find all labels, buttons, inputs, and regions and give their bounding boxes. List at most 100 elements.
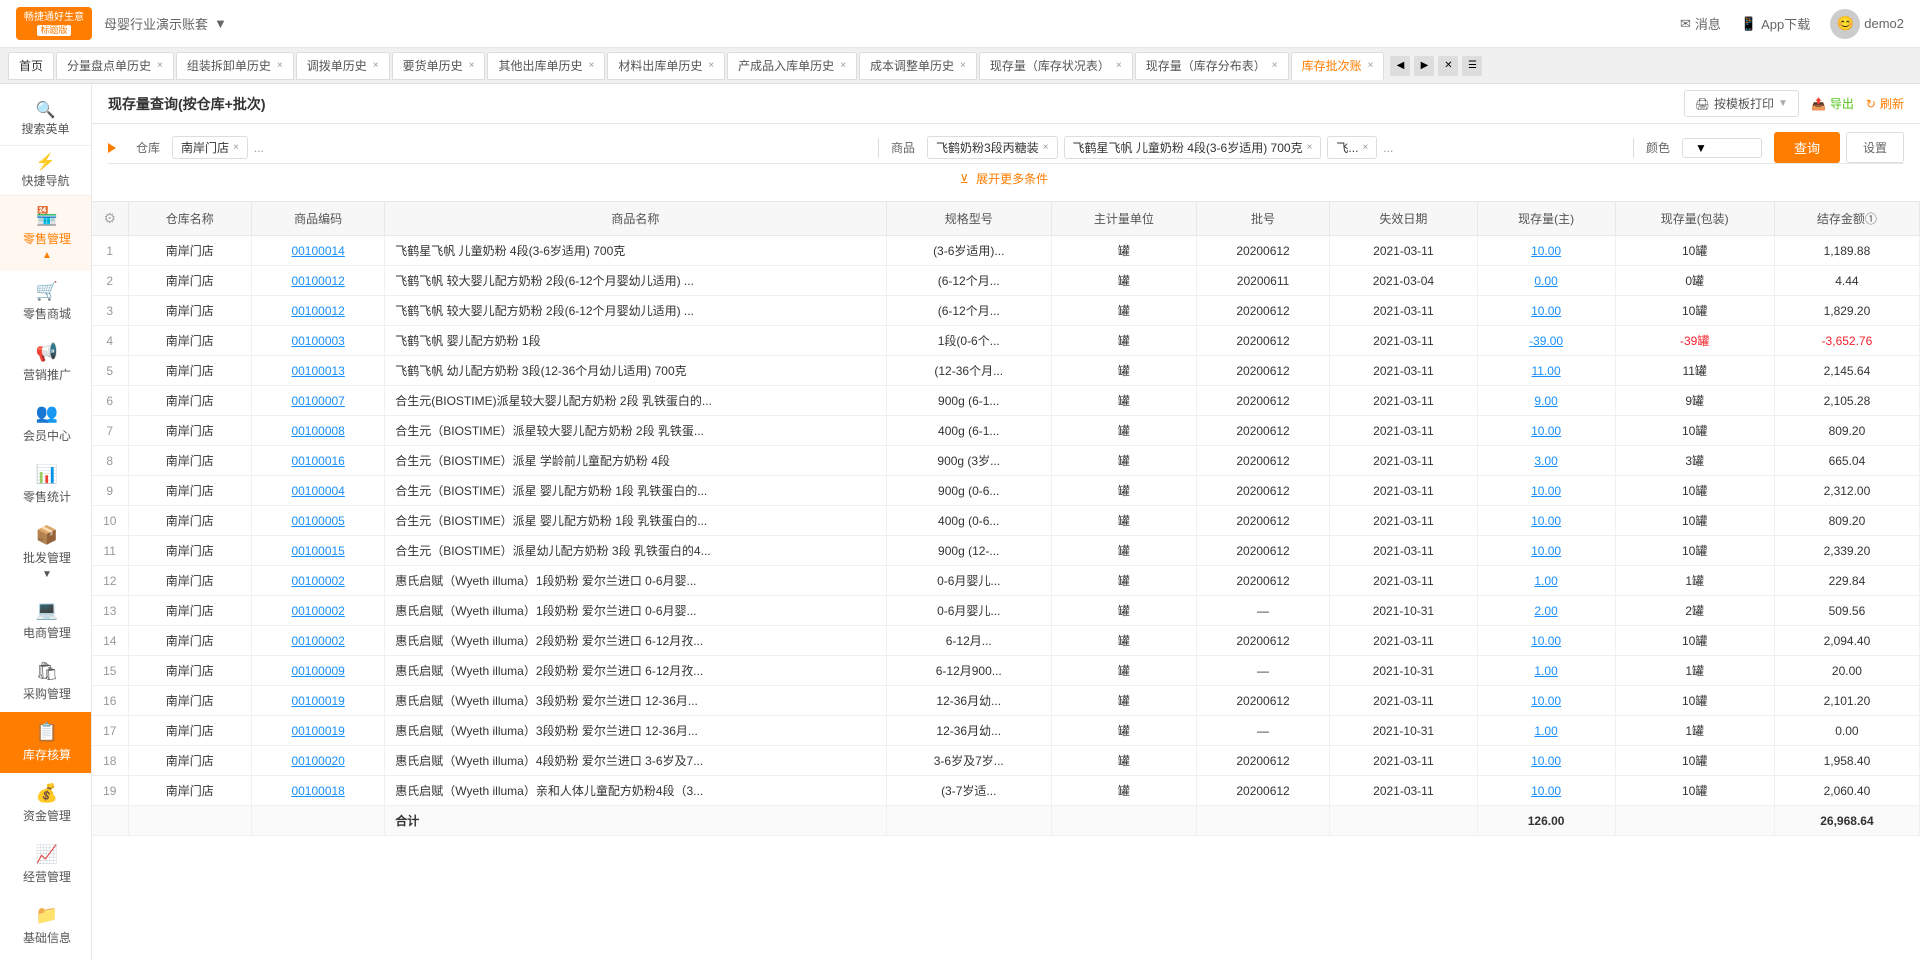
tab-close-cailiao[interactable]: × (708, 60, 714, 71)
setting-btn[interactable]: 设置 (1846, 132, 1904, 163)
cell-code[interactable]: 00100018 (252, 776, 385, 806)
tab-cailiao[interactable]: 材料出库单历史 × (607, 52, 725, 80)
tab-close-zuzhuang[interactable]: × (277, 60, 283, 71)
cell-code[interactable]: 00100002 (252, 566, 385, 596)
sidebar-item-member[interactable]: 👥 会员中心 (0, 393, 91, 454)
tab-xiancun1[interactable]: 现存量（库存状况表） × (979, 52, 1133, 80)
sidebar-item-ecommerce[interactable]: 💻 电商管理 (0, 590, 91, 651)
cell-qty-main[interactable]: 10.00 (1477, 686, 1615, 716)
cell-code[interactable]: 00100014 (252, 236, 385, 266)
product-tag-3[interactable]: 飞... × (1327, 136, 1377, 159)
cell-code[interactable]: 00100016 (252, 446, 385, 476)
cell-code[interactable]: 00100004 (252, 476, 385, 506)
product-tag-1-close[interactable]: × (1043, 142, 1049, 153)
cell-qty-main[interactable]: 1.00 (1477, 566, 1615, 596)
cell-code[interactable]: 00100002 (252, 626, 385, 656)
cell-code[interactable]: 00100005 (252, 506, 385, 536)
app-download-btn[interactable]: 📱 App下载 (1741, 14, 1810, 33)
cell-qty-main[interactable]: 2.00 (1477, 596, 1615, 626)
cell-code[interactable]: 00100008 (252, 416, 385, 446)
warehouse-tag-nanan[interactable]: 南岸门店 × (172, 136, 248, 159)
cell-qty-main[interactable]: 10.00 (1477, 536, 1615, 566)
tab-menu-btn[interactable]: ☰ (1462, 56, 1482, 76)
cell-qty-main[interactable]: 9.00 (1477, 386, 1615, 416)
tab-zuzhuang[interactable]: 组装拆卸单历史 × (176, 52, 294, 80)
cell-code[interactable]: 00100002 (252, 596, 385, 626)
sidebar-quicknav[interactable]: ⚡ 快捷导航 (0, 146, 91, 196)
messages-btn[interactable]: ✉ 消息 (1680, 14, 1721, 33)
sidebar-item-stats[interactable]: 📊 零售统计 (0, 454, 91, 515)
cell-qty-main[interactable]: 10.00 (1477, 476, 1615, 506)
export-btn[interactable]: 📤 导出 (1811, 95, 1854, 112)
warehouse-tag-close[interactable]: × (233, 142, 239, 153)
sidebar-item-purchase[interactable]: 🛍 采购管理 (0, 651, 91, 712)
tab-chengben[interactable]: 成本调整单历史 × (859, 52, 977, 80)
tab-close-diaob[interactable]: × (373, 60, 379, 71)
sidebar-item-finance[interactable]: 💰 资金管理 (0, 773, 91, 834)
sidebar-item-business[interactable]: 📈 经营管理 (0, 834, 91, 895)
tab-fenliang[interactable]: 分量盘点单历史 × (56, 52, 174, 80)
product-tag-2-close[interactable]: × (1307, 142, 1313, 153)
product-tag-1[interactable]: 飞鹤奶粉3段丙糖装 × (927, 136, 1058, 159)
cell-qty-main[interactable]: 11.00 (1477, 356, 1615, 386)
cell-qty-main[interactable]: 1.00 (1477, 716, 1615, 746)
tab-close-xiancun2[interactable]: × (1272, 60, 1278, 71)
cell-qty-main[interactable]: 10.00 (1477, 296, 1615, 326)
tab-qitachu[interactable]: 其他出库单历史 × (487, 52, 605, 80)
warehouse-more-btn[interactable]: ... (254, 141, 264, 155)
sidebar-item-wholesale[interactable]: 📦 批发管理 ▼ (0, 515, 91, 590)
cell-qty-main[interactable]: 1.00 (1477, 656, 1615, 686)
cell-qty-main[interactable]: 3.00 (1477, 446, 1615, 476)
tab-chengpin[interactable]: 产成品入库单历史 × (727, 52, 857, 80)
tab-close-qitachu[interactable]: × (588, 60, 594, 71)
system-selector[interactable]: 母婴行业演示账套 ▼ (104, 14, 227, 33)
cell-code[interactable]: 00100019 (252, 686, 385, 716)
sidebar-search[interactable]: 🔍 搜索英单 (0, 92, 91, 146)
tab-home[interactable]: 首页 (8, 52, 54, 80)
cell-code[interactable]: 00100015 (252, 536, 385, 566)
th-settings[interactable]: ⚙ (92, 202, 128, 236)
tab-close-fenliang[interactable]: × (157, 60, 163, 71)
cell-qty-main[interactable]: 10.00 (1477, 506, 1615, 536)
cell-qty-main[interactable]: 10.00 (1477, 626, 1615, 656)
tab-next-btn[interactable]: ▶ (1414, 56, 1434, 76)
color-dropdown[interactable]: ▼ (1682, 138, 1762, 158)
product-tag-2[interactable]: 飞鹤星飞帆 儿童奶粉 4段(3-6岁适用) 700克 × (1064, 136, 1322, 159)
tab-close-all-btn[interactable]: ✕ (1438, 56, 1458, 76)
sidebar-item-basic[interactable]: 📁 基础信息 (0, 895, 91, 956)
product-tag-3-close[interactable]: × (1362, 142, 1368, 153)
tab-prev-btn[interactable]: ◀ (1390, 56, 1410, 76)
print-btn[interactable]: 🖨 按模板打印 ▼ (1684, 90, 1799, 117)
cell-code[interactable]: 00100009 (252, 656, 385, 686)
cell-qty-main[interactable]: 10.00 (1477, 236, 1615, 266)
user-menu[interactable]: 😊 demo2 (1830, 9, 1904, 39)
tab-yaohuo[interactable]: 要货单历史 × (392, 52, 486, 80)
cell-qty-main[interactable]: -39.00 (1477, 326, 1615, 356)
sidebar-item-inventory[interactable]: 📋 库存核算 (0, 712, 91, 773)
cell-qty-main[interactable]: 10.00 (1477, 746, 1615, 776)
cell-qty-main[interactable]: 10.00 (1477, 416, 1615, 446)
tab-close-kucunpici[interactable]: × (1368, 60, 1374, 71)
cell-code[interactable]: 00100019 (252, 716, 385, 746)
tab-close-chengben[interactable]: × (960, 60, 966, 71)
query-btn[interactable]: 查询 (1774, 132, 1840, 163)
expand-more-row[interactable]: ⊻ 展开更多条件 (108, 163, 1904, 193)
cell-code[interactable]: 00100012 (252, 266, 385, 296)
cell-code[interactable]: 00100007 (252, 386, 385, 416)
cell-code[interactable]: 00100003 (252, 326, 385, 356)
product-more-btn[interactable]: ... (1383, 141, 1393, 155)
cell-code[interactable]: 00100020 (252, 746, 385, 776)
cell-qty-main[interactable]: 10.00 (1477, 776, 1615, 806)
refresh-btn[interactable]: ↻ 刷新 (1866, 95, 1904, 112)
tab-diaob[interactable]: 调拨单历史 × (296, 52, 390, 80)
tab-close-yaohuo[interactable]: × (469, 60, 475, 71)
tab-kucunpici[interactable]: 库存批次账 × (1291, 52, 1385, 80)
tab-xiancun2[interactable]: 现存量（库存分布表） × (1135, 52, 1289, 80)
tab-close-xiancun1[interactable]: × (1116, 60, 1122, 71)
filter-toggle[interactable] (108, 143, 116, 153)
sidebar-item-marketing[interactable]: 📢 营销推广 (0, 332, 91, 393)
sidebar-item-retail[interactable]: 🏪 零售管理 ▲ (0, 196, 91, 271)
cell-code[interactable]: 00100012 (252, 296, 385, 326)
tab-close-chengpin[interactable]: × (840, 60, 846, 71)
cell-code[interactable]: 00100013 (252, 356, 385, 386)
